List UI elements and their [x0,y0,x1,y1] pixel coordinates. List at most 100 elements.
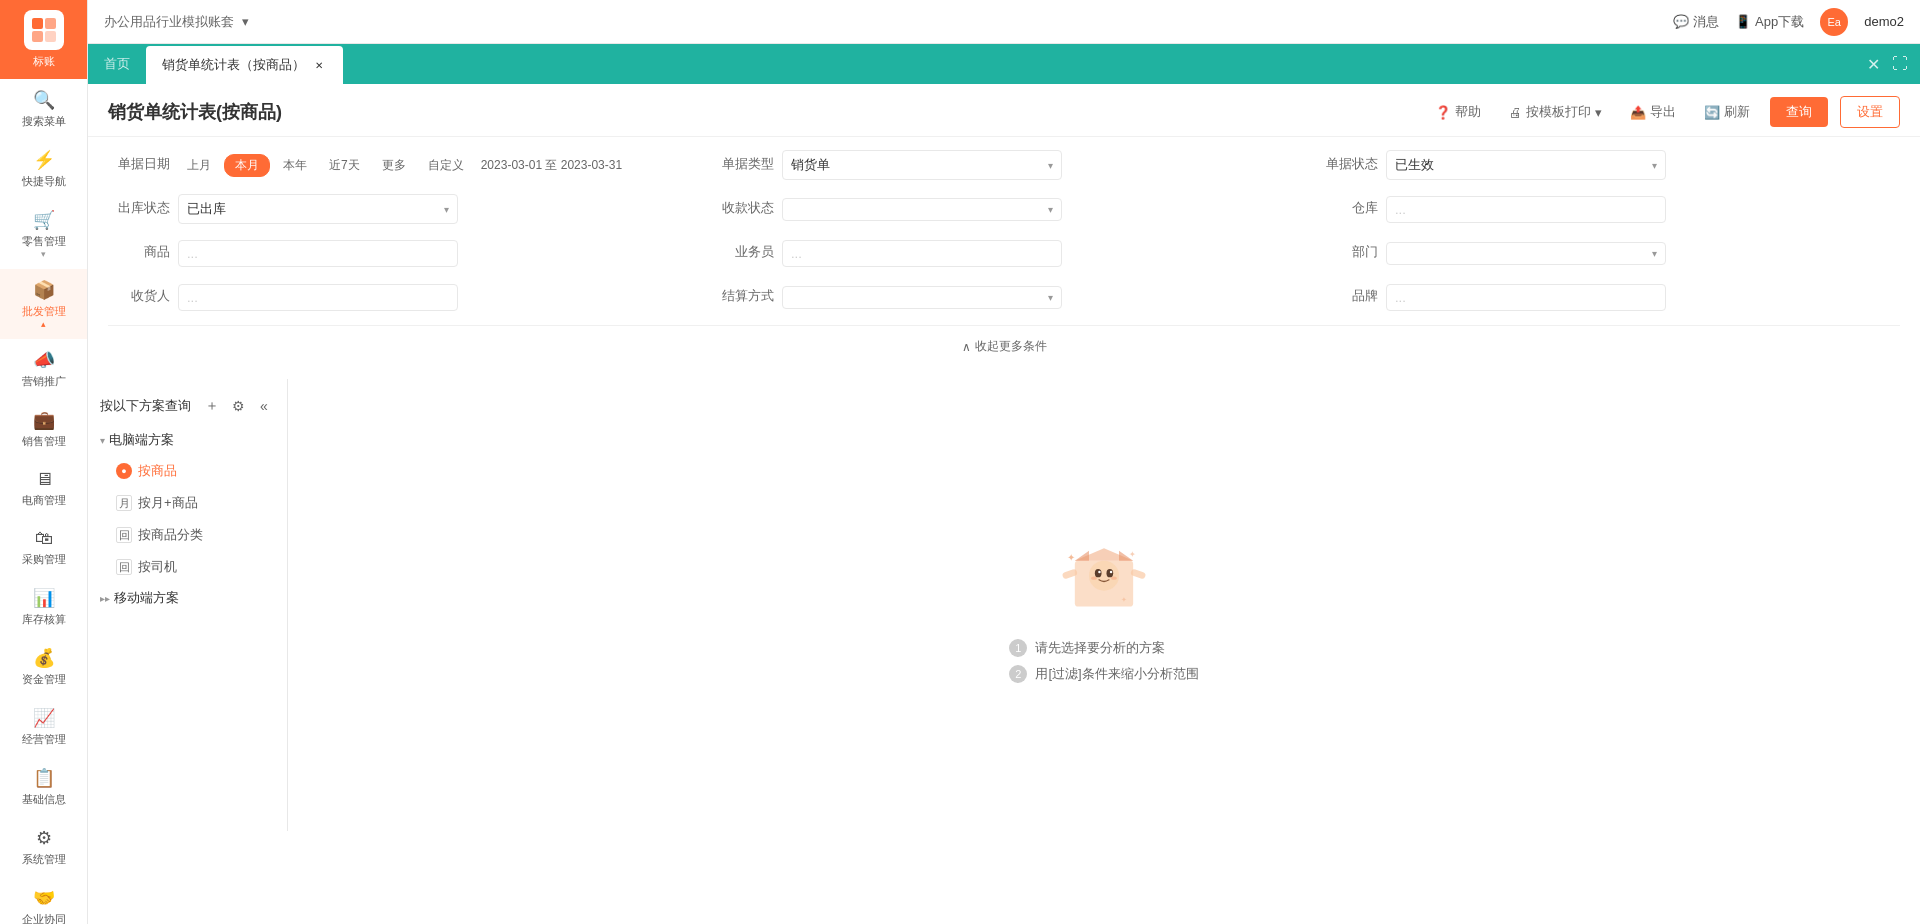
settings-button[interactable]: 设置 [1840,96,1900,128]
status-select-arrow: ▾ [1652,160,1657,171]
collapse-up-icon: ∧ [962,340,971,354]
sidebar-item-label-basic: 基础信息 [22,792,66,807]
scheme-item-label-printer: 按司机 [138,558,177,576]
date-more-btn[interactable]: 更多 [373,152,415,179]
query-button[interactable]: 查询 [1770,97,1828,127]
type-filter-value: 销货单 ▾ [782,149,1296,181]
scheme-panel: 按以下方案查询 ＋ ⚙ « [88,379,288,831]
sidebar-item-wholesale[interactable]: 📦 批发管理 ▴ [0,269,87,339]
sidebar-item-collab[interactable]: 🤝 企业协同 [0,877,87,924]
tab-sales-stat-label: 销货单统计表（按商品） [162,56,305,74]
sidebar-item-marketing[interactable]: 📣 营销推广 [0,339,87,399]
help-button[interactable]: ❓ 帮助 [1427,99,1489,125]
status-select-value: 已生效 [1395,156,1434,174]
main-wrap: 办公用品行业模拟账套 ▾ 💬 消息 📱 App下载 Ea demo2 首页 销货… [88,0,1920,924]
sidebar-item-operation[interactable]: 📈 经营管理 [0,697,87,757]
search-icon: 🔍 [33,89,55,111]
empty-step-2: 2 用[过滤]条件来缩小分析范围 [1009,665,1198,683]
sidebar-item-quicknav[interactable]: ⚡ 快捷导航 [0,139,87,199]
refresh-button[interactable]: 🔄 刷新 [1696,99,1758,125]
warehouse-select[interactable]: ... [1386,196,1666,223]
tab-expand-button[interactable]: ⛶ [1888,51,1912,77]
sidebar-item-basic[interactable]: 📋 基础信息 [0,757,87,817]
user-name[interactable]: demo2 [1864,14,1904,29]
scheme-item-icon-goods: ● [116,463,132,479]
breadcrumb-arrow: ▾ [242,14,249,29]
page-title: 销货单统计表(按商品) [108,100,282,124]
date-last-month-btn[interactable]: 上月 [178,152,220,179]
sidebar-item-sales[interactable]: 💼 销售管理 [0,399,87,459]
date-custom-btn[interactable]: 自定义 [419,152,473,179]
tab-sales-stat[interactable]: 销货单统计表（按商品） ✕ [146,46,343,84]
date-this-month-btn[interactable]: 本月 [224,154,270,177]
scheme-pc-header[interactable]: ▾ 电脑端方案 [88,425,287,455]
scheme-sub-icon-printer: 回 [116,559,132,575]
print-button[interactable]: 🖨 按模板打印 ▾ [1501,99,1610,125]
warehouse-filter-value: ... [1386,193,1900,225]
salesman-select[interactable]: ... [782,240,1062,267]
dept-select[interactable]: ▾ [1386,242,1666,265]
scheme-add-button[interactable]: ＋ [201,395,223,417]
scheme-item-by-goods[interactable]: ● 按商品 [88,455,287,487]
sidebar-menu: 🔍 搜索菜单 ⚡ 快捷导航 🛒 零售管理 ▾ 📦 批发管理 ▴ 📣 营销推广 💼… [0,79,87,924]
sidebar-item-ecommerce[interactable]: 🖥 电商管理 [0,459,87,518]
date-this-year-btn[interactable]: 本年 [274,152,316,179]
sidebar-item-label-search: 搜索菜单 [22,114,66,129]
logo-area[interactable]: 标账 [0,0,87,79]
type-select[interactable]: 销货单 ▾ [782,150,1062,180]
sidebar-item-finance[interactable]: 💰 资金管理 [0,637,87,697]
sidebar-item-search[interactable]: 🔍 搜索菜单 [0,79,87,139]
app-download-button[interactable]: 📱 App下载 [1735,13,1804,31]
step-num-2: 2 [1009,665,1027,683]
svg-point-10 [1091,577,1097,580]
date-filter-label: 单据日期 [108,149,178,173]
scheme-pc-section: ▾ 电脑端方案 ● 按商品 月 按月+商品 [88,425,287,583]
logo-text: 标账 [33,54,55,69]
salesman-filter-value: ... [782,237,1296,269]
sidebar-item-retail[interactable]: 🛒 零售管理 ▾ [0,199,87,269]
type-select-value: 销货单 [791,156,830,174]
scheme-item-by-month-goods[interactable]: 月 按月+商品 [88,487,287,519]
collect-select[interactable]: ▾ [782,198,1062,221]
page-content: 销货单统计表(按商品) ❓ 帮助 🖨 按模板打印 ▾ 📤 导出 [88,84,1920,924]
query-label: 查询 [1786,104,1812,119]
message-button[interactable]: 💬 消息 [1673,13,1719,31]
logo-icon [24,10,64,50]
goods-dots: ... [187,246,198,261]
tab-home[interactable]: 首页 [88,44,146,84]
sidebar-item-system[interactable]: ⚙ 系统管理 [0,817,87,877]
goods-select[interactable]: ... [178,240,458,267]
sidebar-item-inventory[interactable]: 📊 库存核算 [0,577,87,637]
scheme-item-by-printer[interactable]: 回 按司机 [88,551,287,583]
out-select[interactable]: 已出库 ▾ [178,194,458,224]
finance-icon: 💰 [33,647,55,669]
collapse-filter-button[interactable]: ∧ 收起更多条件 [954,330,1055,363]
status-filter-value: 已生效 ▾ [1386,149,1900,181]
receiver-filter-label: 收货人 [108,281,178,305]
sidebar-item-label-inventory: 库存核算 [22,612,66,627]
wholesale-icon: 📦 [33,279,55,301]
sidebar-item-label-marketing: 营销推广 [22,374,66,389]
status-select[interactable]: 已生效 ▾ [1386,150,1666,180]
tab-close-all-button[interactable]: ✕ [1863,51,1884,78]
scheme-item-by-goods-cat[interactable]: 回 按商品分类 [88,519,287,551]
filter-row-1: 单据日期 上月 本月 本年 近7天 更多 自定义 2023-03-01 至 20… [108,149,1900,181]
step-num-1: 1 [1009,639,1027,657]
collapse-label: 收起更多条件 [975,338,1047,355]
scheme-settings-button[interactable]: ⚙ [227,395,249,417]
scheme-collapse-button[interactable]: « [253,395,275,417]
receiver-select[interactable]: ... [178,284,458,311]
scheme-mobile-header[interactable]: ▸ 移动端方案 [88,583,287,613]
system-icon: ⚙ [36,827,52,849]
sidebar-item-purchase[interactable]: 🛍 采购管理 [0,518,87,577]
filter-row-2: 出库状态 已出库 ▾ 收款状态 ▾ 仓库 [108,193,1900,225]
tab-close-button[interactable]: ✕ [311,57,327,73]
user-avatar[interactable]: Ea [1820,8,1848,36]
sidebar-item-label-ecommerce: 电商管理 [22,493,66,508]
settle-select[interactable]: ▾ [782,286,1062,309]
scheme-sub-icon-goods-cat: 回 [116,527,132,543]
date-7days-btn[interactable]: 近7天 [320,152,369,179]
brand-select[interactable]: ... [1386,284,1666,311]
export-button[interactable]: 📤 导出 [1622,99,1684,125]
gear-icon: ⚙ [232,398,245,414]
